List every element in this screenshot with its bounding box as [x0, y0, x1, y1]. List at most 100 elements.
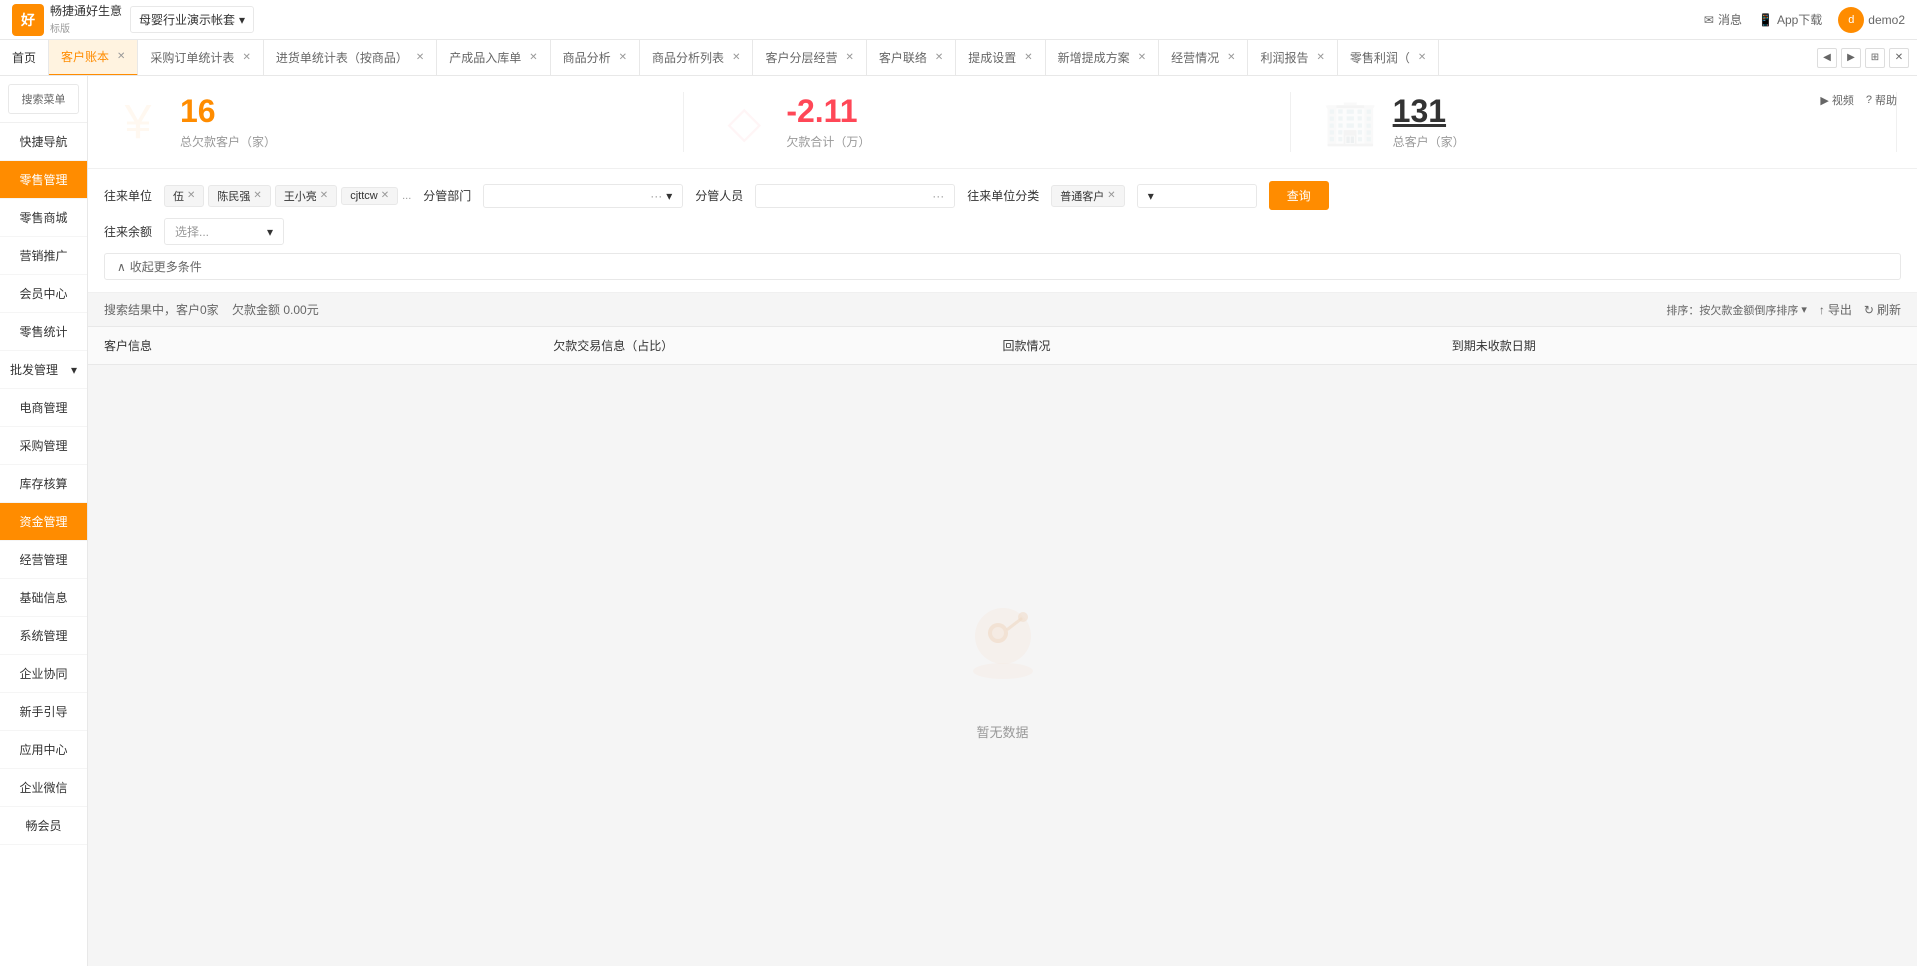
tab-operation-status-close[interactable]: ✕ — [1227, 52, 1235, 63]
sidebar-item-wholesale-label: 批发管理 — [10, 361, 58, 378]
tab-home[interactable]: 首页 — [0, 40, 49, 76]
balance-select[interactable]: 选择... ▾ — [164, 218, 284, 245]
unit-tag-cjttcw-label: cjttcw — [350, 190, 378, 202]
message-btn[interactable]: ✉ 消息 — [1704, 11, 1742, 28]
tab-customer-accounts-close[interactable]: ✕ — [117, 51, 125, 62]
tab-retail-profit-close[interactable]: ✕ — [1418, 52, 1426, 63]
sidebar-item-marketing[interactable]: 营销推广 — [0, 237, 87, 275]
tab-close-all-btn[interactable]: ✕ — [1889, 48, 1909, 68]
tab-profit-report[interactable]: 利润报告 ✕ — [1248, 40, 1337, 76]
sidebar-item-beginner-guide[interactable]: 新手引导 — [0, 693, 87, 731]
unit-tag-chen[interactable]: 陈民强 ✕ — [208, 185, 270, 207]
sidebar-item-purchase-mgmt[interactable]: 采购管理 — [0, 427, 87, 465]
sidebar-item-system-mgmt[interactable]: 系统管理 — [0, 617, 87, 655]
question-icon: ? — [1866, 94, 1872, 106]
chevron-down-icon: ▾ — [71, 363, 77, 377]
logo-subtitle: 标版 — [50, 20, 122, 35]
sidebar-item-member-center[interactable]: 会员中心 — [0, 275, 87, 313]
tab-goods-analysis-close[interactable]: ✕ — [619, 52, 627, 63]
tab-new-raise-plan-close[interactable]: ✕ — [1138, 52, 1146, 63]
export-btn[interactable]: ↑ 导出 — [1819, 301, 1852, 318]
export-label: 导出 — [1828, 301, 1852, 318]
tab-purchase-stats-close[interactable]: ✕ — [416, 52, 424, 63]
tab-customer-layer-close[interactable]: ✕ — [845, 52, 853, 63]
sidebar-item-app-center[interactable]: 应用中心 — [0, 731, 87, 769]
sidebar-item-enterprise-coop[interactable]: 企业协同 — [0, 655, 87, 693]
person-select[interactable]: ··· — [755, 184, 955, 208]
tab-new-raise-plan[interactable]: 新增提成方案 ✕ — [1046, 40, 1159, 76]
tab-goods-analysis[interactable]: 商品分析 ✕ — [551, 40, 640, 76]
tab-raise-settings[interactable]: 提成设置 ✕ — [956, 40, 1045, 76]
yuan-icon: ¥ — [108, 92, 168, 152]
logo-text: 畅捷通好生意 — [50, 4, 122, 20]
tab-goods-analysis-list-close[interactable]: ✕ — [732, 52, 740, 63]
tab-purchase-order-close[interactable]: ✕ — [242, 52, 250, 63]
tab-product-in-close[interactable]: ✕ — [529, 52, 537, 63]
tab-goods-analysis-list[interactable]: 商品分析列表 ✕ — [640, 40, 753, 76]
sidebar-item-ops-mgmt[interactable]: 经营管理 — [0, 541, 87, 579]
sidebar-search-btn[interactable]: 搜索菜单 — [8, 84, 79, 114]
sort-select[interactable]: 排序：按欠款金额倒序排序 ▾ — [1666, 302, 1807, 318]
unit-tag-cjttcw-close[interactable]: ✕ — [381, 190, 389, 201]
sidebar-item-wholesale-mgmt[interactable]: 批发管理 ▾ — [0, 351, 87, 389]
tab-profit-report-close[interactable]: ✕ — [1317, 52, 1325, 63]
tab-customer-contact[interactable]: 客户联络 ✕ — [867, 40, 956, 76]
sidebar-item-vip-member[interactable]: 畅会员 — [0, 807, 87, 845]
category-tag-label: 普通客户 — [1060, 188, 1104, 204]
table-body: 暂无数据 — [88, 365, 1917, 966]
unit-tag-chen-label: 陈民强 — [217, 188, 250, 204]
unit-tags: 伍 ✕ 陈民强 ✕ 王小亮 ✕ cjttcw ✕ ... — [164, 185, 411, 207]
category-select[interactable]: ▾ — [1137, 184, 1257, 208]
tab-customer-contact-close[interactable]: ✕ — [935, 52, 943, 63]
stat-total-customers: ¥ 16 总欠款客户（家） — [108, 92, 684, 152]
tab-operation-status[interactable]: 经营情况 ✕ — [1159, 40, 1248, 76]
unit-tags-more[interactable]: ... — [402, 190, 411, 202]
help-btn[interactable]: ? 帮助 — [1866, 92, 1897, 108]
tab-purchase-stats[interactable]: 进货单统计表（按商品） ✕ — [264, 40, 437, 76]
tab-customer-layer[interactable]: 客户分层经营 ✕ — [753, 40, 866, 76]
refresh-btn[interactable]: ↻ 刷新 — [1864, 301, 1901, 318]
tab-prev-btn[interactable]: ◀ — [1817, 48, 1837, 68]
tab-expand-btn[interactable]: ⊞ — [1865, 48, 1885, 68]
sidebar-item-basic-info[interactable]: 基础信息 — [0, 579, 87, 617]
sidebar-item-enterprise-wechat[interactable]: 企业微信 — [0, 769, 87, 807]
sidebar-item-inventory-check[interactable]: 库存核算 — [0, 465, 87, 503]
category-tag-normal[interactable]: 普通客户 ✕ — [1051, 185, 1124, 207]
sidebar-item-quick-nav[interactable]: 快捷导航 — [0, 123, 87, 161]
logo-area: 好 畅捷通好生意 标版 — [12, 4, 122, 36]
unit-tag-chen-close[interactable]: ✕ — [253, 190, 261, 201]
sidebar-item-retail-store[interactable]: 零售商城 — [0, 199, 87, 237]
tab-purchase-order[interactable]: 采购订单统计表 ✕ — [138, 40, 263, 76]
query-button[interactable]: 查询 — [1269, 181, 1329, 210]
unit-tag-wu-close[interactable]: ✕ — [187, 190, 195, 201]
sidebar-item-retail-stats[interactable]: 零售统计 — [0, 313, 87, 351]
tab-raise-settings-close[interactable]: ✕ — [1024, 52, 1032, 63]
video-help-btn[interactable]: ▶ 视频 — [1820, 92, 1853, 108]
dept-select-more: ··· — [650, 189, 662, 203]
store-selector[interactable]: 母婴行业演示帐套 ▾ — [130, 6, 254, 33]
sidebar-item-retail-mgmt[interactable]: 零售管理 — [0, 161, 87, 199]
balance-placeholder: 选择... — [175, 223, 263, 240]
tab-next-btn[interactable]: ▶ — [1841, 48, 1861, 68]
user-area[interactable]: d demo2 — [1838, 7, 1905, 33]
category-tag-close[interactable]: ✕ — [1107, 190, 1115, 201]
tab-product-in[interactable]: 产成品入库单 ✕ — [437, 40, 550, 76]
store-dropdown-icon[interactable]: ▾ — [239, 13, 245, 27]
unit-tag-cjttcw[interactable]: cjttcw ✕ — [341, 187, 398, 205]
app-download-btn[interactable]: 📱 App下载 — [1758, 11, 1822, 28]
unit-tag-wang-close[interactable]: ✕ — [320, 190, 328, 201]
category-filter-label: 往来单位分类 — [967, 187, 1039, 204]
unit-tag-wang[interactable]: 王小亮 ✕ — [275, 185, 337, 207]
tab-nav-btns: ◀ ▶ ⊞ ✕ — [1809, 48, 1917, 68]
avatar: d — [1838, 7, 1864, 33]
tab-purchase-order-label: 采购订单统计表 — [150, 49, 234, 66]
tab-retail-profit[interactable]: 零售利润（ ✕ — [1338, 40, 1439, 76]
collapse-btn[interactable]: ∧ 收起更多条件 — [104, 253, 1901, 280]
sidebar-item-finance-mgmt[interactable]: 资金管理 — [0, 503, 87, 541]
collapse-area: ∧ 收起更多条件 — [104, 253, 1901, 280]
dept-select[interactable]: ··· ▾ — [483, 184, 683, 208]
sidebar-item-ecommerce-mgmt[interactable]: 电商管理 — [0, 389, 87, 427]
amount-text: 欠款金额 0.00元 — [232, 303, 319, 317]
unit-tag-wu[interactable]: 伍 ✕ — [164, 185, 204, 207]
tab-customer-accounts[interactable]: 客户账本 ✕ — [49, 40, 138, 76]
